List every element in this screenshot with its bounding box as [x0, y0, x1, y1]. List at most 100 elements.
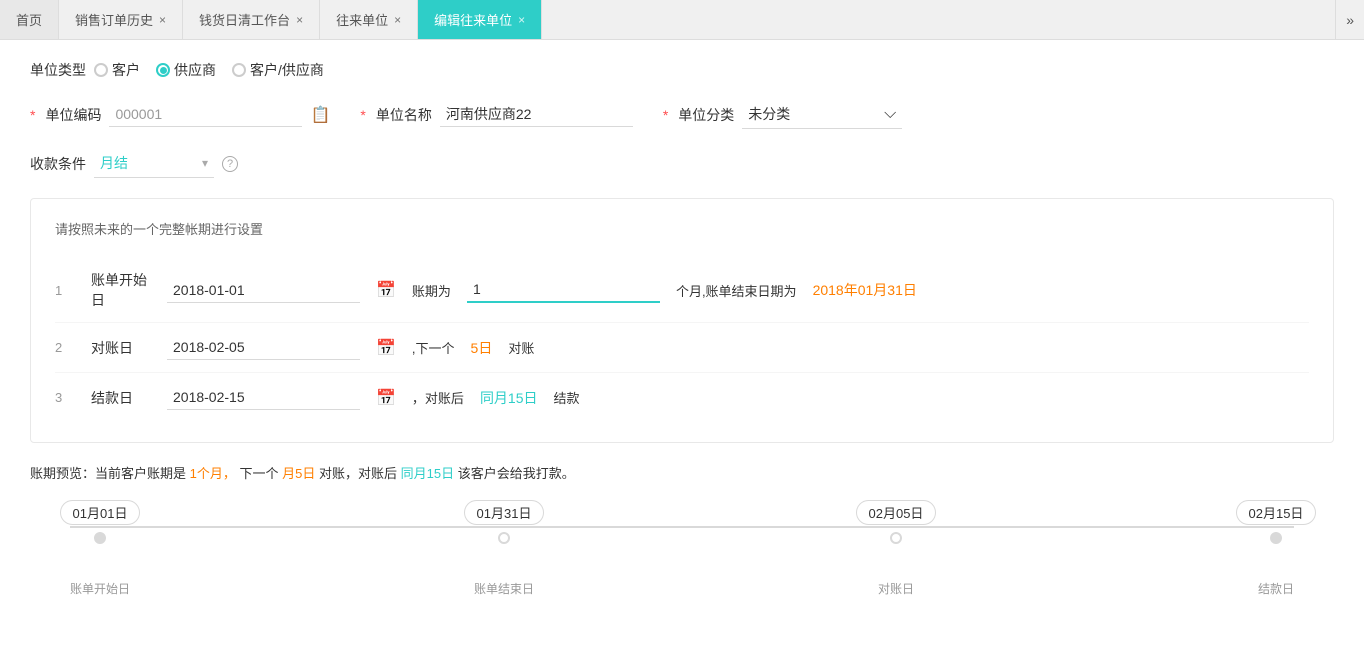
row-label-3: 结款日 — [91, 388, 151, 408]
payment-calendar-icon[interactable]: 📅 — [376, 388, 396, 408]
node-circle-1 — [94, 532, 106, 544]
tab-home-label: 首页 — [16, 10, 42, 29]
payment-arrow-icon: ▾ — [202, 156, 208, 170]
row-num-1: 1 — [55, 283, 75, 298]
preview-highlight1: 1个月， — [190, 466, 236, 481]
tab-partner[interactable]: 往来单位 × — [320, 0, 418, 39]
preview-highlight2: 月5日 — [282, 466, 315, 481]
timeline-node-3: 02月05日 对账日 — [878, 516, 914, 597]
node-circle-3 — [890, 532, 902, 544]
unit-code-group: * 单位编码 📋 — [30, 102, 330, 127]
start-date-calendar-icon[interactable]: 📅 — [376, 280, 396, 300]
payment-help-icon[interactable]: ? — [222, 156, 238, 172]
node-date-3: 02月05日 — [856, 500, 937, 525]
radio-both-label: 客户/供应商 — [250, 60, 324, 80]
node-label-4: 结款日 — [1258, 580, 1294, 597]
unit-name-group: * 单位名称 — [360, 102, 632, 127]
row-label-2: 对账日 — [91, 338, 151, 358]
tab-sales-order-close[interactable]: × — [159, 13, 166, 27]
code-required: * — [30, 107, 35, 123]
preview-middle2: 对账，对账后 — [319, 466, 397, 481]
radio-group: 客户 供应商 客户/供应商 — [94, 60, 324, 80]
tab-more-button[interactable]: » — [1335, 0, 1364, 39]
code-name-row: * 单位编码 📋 * 单位名称 * 单位分类 未分类 ⌵ — [30, 100, 1334, 129]
payment-value: 月结 — [100, 153, 196, 173]
tab-sales-order[interactable]: 销售订单历史 × — [59, 0, 183, 39]
period-end-date: 2018年01月31日 — [813, 280, 917, 300]
unit-classification-label: 单位分类 — [678, 105, 734, 125]
node-label-1: 账单开始日 — [70, 580, 130, 597]
tab-edit-partner-close[interactable]: × — [518, 13, 525, 27]
radio-both[interactable]: 客户/供应商 — [232, 60, 324, 80]
row-label-1: 账单开始日 — [91, 270, 151, 310]
setting-row-1: 1 账单开始日 📅 账期为 个月,账单结束日期为 2018年01月31日 — [55, 258, 1309, 323]
payment-select[interactable]: 月结 ▾ — [94, 149, 214, 178]
unit-name-input[interactable] — [440, 102, 633, 127]
payment-label: 收款条件 — [30, 154, 86, 174]
radio-customer-circle — [94, 63, 108, 77]
radio-both-circle — [232, 63, 246, 77]
unit-type-group: 单位类型 客户 供应商 客户/供应商 — [30, 60, 324, 80]
reconcile-highlight: 5日 — [471, 338, 493, 358]
timeline-node-2: 01月31日 账单结束日 — [474, 516, 534, 597]
code-calendar-icon[interactable]: 📋 — [310, 105, 330, 125]
tab-bar: 首页 销售订单历史 × 钱货日清工作台 × 往来单位 × 编辑往来单位 × » — [0, 0, 1364, 40]
preview-section: 账期预览：当前客户账期是 1个月， 下一个 月5日 对账，对账后 同月15日 该… — [30, 463, 1334, 482]
radio-supplier-label: 供应商 — [174, 60, 216, 80]
reconcile-calendar-icon[interactable]: 📅 — [376, 338, 396, 358]
tab-edit-partner[interactable]: 编辑往来单位 × — [418, 0, 542, 39]
page-content: 单位类型 客户 供应商 客户/供应商 * 单位编码 — [0, 40, 1364, 647]
node-label-3: 对账日 — [878, 580, 914, 597]
tab-cash-work[interactable]: 钱货日清工作台 × — [183, 0, 320, 39]
reconcile-suffix: 对账 — [508, 338, 534, 357]
unit-name-label: 单位名称 — [376, 105, 432, 125]
reconcile-date-input[interactable] — [167, 335, 360, 360]
setting-row-2: 2 对账日 📅 ,下一个 5日 对账 — [55, 323, 1309, 373]
preview-suffix: 该客户会给我打款。 — [458, 466, 575, 481]
node-date-1: 01月01日 — [60, 500, 141, 525]
unit-type-row: 单位类型 客户 供应商 客户/供应商 — [30, 60, 1334, 80]
name-required: * — [360, 107, 365, 123]
node-date-4: 02月15日 — [1236, 500, 1317, 525]
unit-code-input[interactable] — [109, 102, 302, 127]
timeline-node-1: 01月01日 账单开始日 — [70, 516, 130, 597]
class-required: * — [663, 107, 668, 123]
period-input[interactable] — [467, 277, 660, 303]
period-label: 账期为 — [412, 281, 451, 300]
timeline-nodes: 01月01日 账单开始日 01月31日 账单结束日 02月05日 对账日 — [30, 516, 1334, 597]
payment-highlight: 同月15日 — [480, 388, 538, 408]
tab-partner-close[interactable]: × — [394, 13, 401, 27]
node-date-2: 01月31日 — [464, 500, 545, 525]
payment-date-input[interactable] — [167, 385, 360, 410]
node-circle-2 — [498, 532, 510, 544]
radio-customer[interactable]: 客户 — [94, 60, 140, 80]
payment-prefix: ，对账后 — [412, 388, 464, 407]
node-circle-4 — [1270, 532, 1282, 544]
preview-highlight3: 同月15日 — [401, 466, 454, 481]
tab-home[interactable]: 首页 — [0, 0, 59, 39]
period-unit: 个月,账单结束日期为 — [676, 281, 797, 300]
payment-suffix: 结款 — [554, 388, 580, 407]
preview-prefix: 账期预览：当前客户账期是 — [30, 466, 186, 481]
row-num-2: 2 — [55, 340, 75, 355]
radio-supplier-circle — [156, 63, 170, 77]
unit-type-label: 单位类型 — [30, 60, 86, 80]
tab-more-icon: » — [1346, 12, 1354, 28]
radio-customer-label: 客户 — [112, 60, 140, 80]
payment-group: 收款条件 月结 ▾ ? — [30, 149, 238, 178]
node-label-2: 账单结束日 — [474, 580, 534, 597]
tab-sales-order-label: 销售订单历史 — [75, 10, 153, 29]
reconcile-prefix: ,下一个 — [412, 338, 455, 357]
classification-select[interactable]: 未分类 ⌵ — [742, 100, 902, 129]
timeline-node-4: 02月15日 结款日 — [1258, 516, 1294, 597]
classification-value: 未分类 — [748, 104, 878, 124]
radio-supplier[interactable]: 供应商 — [156, 60, 216, 80]
setting-row-3: 3 结款日 📅 ，对账后 同月15日 结款 — [55, 373, 1309, 422]
tab-cash-work-label: 钱货日清工作台 — [199, 10, 290, 29]
classification-arrow-icon: ⌵ — [884, 105, 896, 123]
timeline: 01月01日 账单开始日 01月31日 账单结束日 02月05日 对账日 — [30, 506, 1334, 627]
start-date-input[interactable] — [167, 278, 360, 303]
card-description: 请按照未来的一个完整帐期进行设置 — [55, 219, 1309, 238]
tab-cash-work-close[interactable]: × — [296, 13, 303, 27]
payment-row: 收款条件 月结 ▾ ? — [30, 149, 1334, 178]
